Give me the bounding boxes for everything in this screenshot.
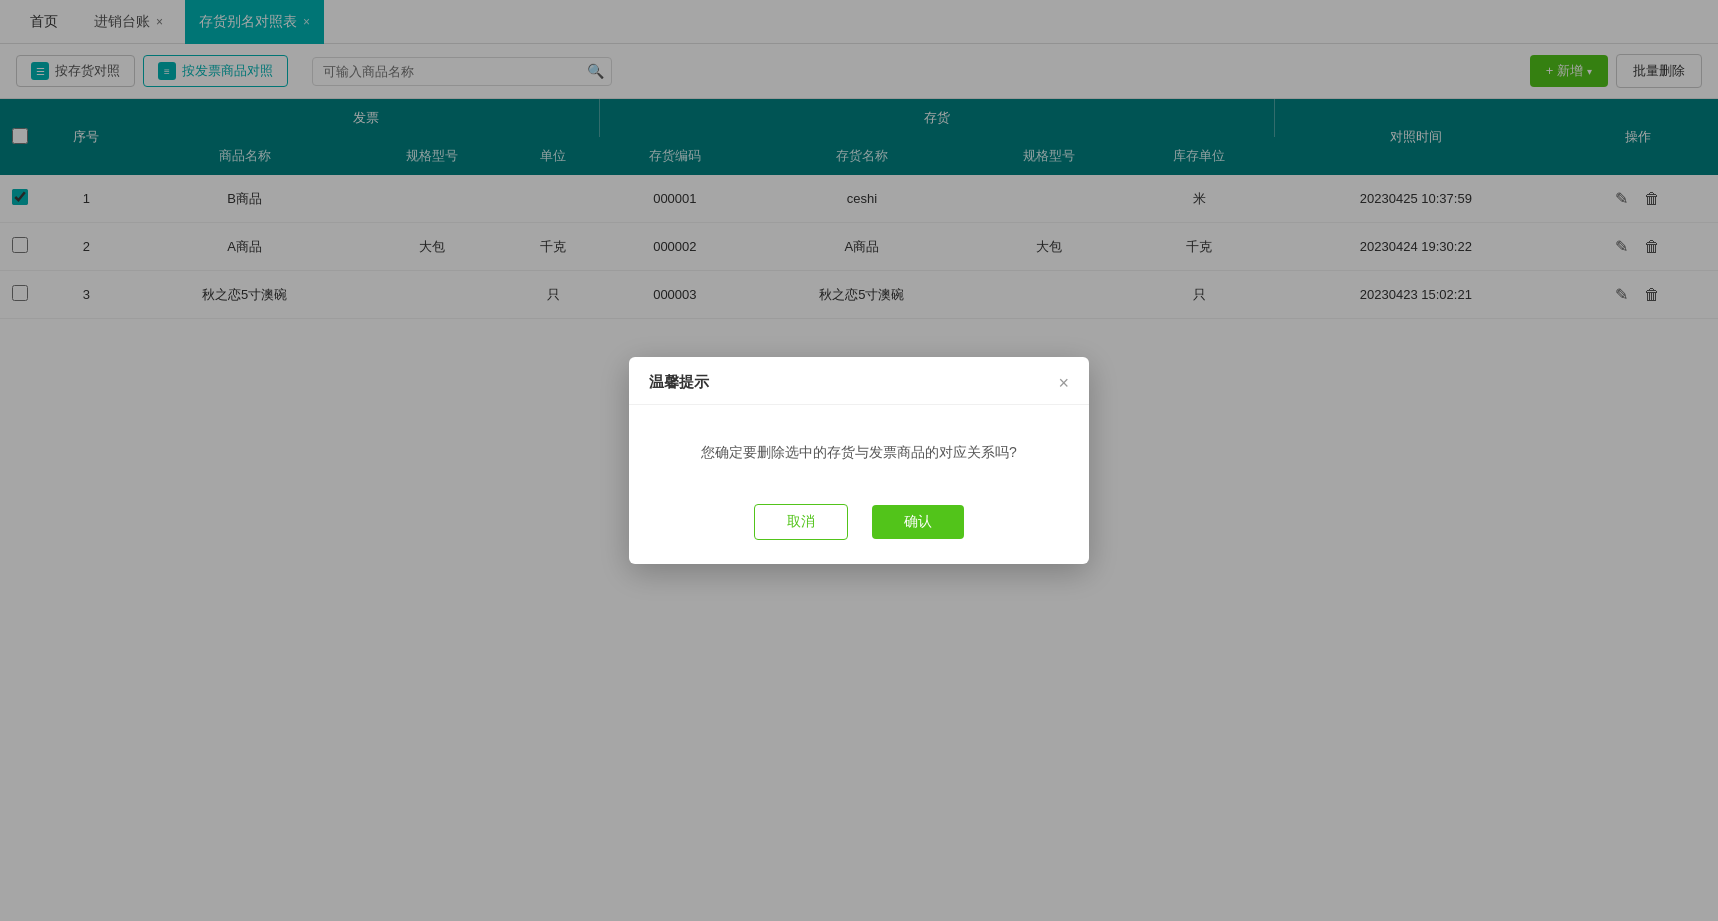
dialog-body: 您确定要删除选中的存货与发票商品的对应关系吗? (629, 405, 1089, 491)
dialog-cancel-button[interactable]: 取消 (754, 504, 848, 540)
dialog-close-button[interactable]: × (1058, 374, 1069, 392)
dialog-message: 您确定要删除选中的存货与发票商品的对应关系吗? (701, 444, 1017, 460)
confirm-dialog: 温馨提示 × 您确定要删除选中的存货与发票商品的对应关系吗? 取消 确认 (629, 357, 1089, 563)
dialog-title: 温馨提示 (649, 373, 709, 392)
dialog-confirm-button[interactable]: 确认 (872, 505, 964, 539)
dialog-overlay: 温馨提示 × 您确定要删除选中的存货与发票商品的对应关系吗? 取消 确认 (0, 0, 1718, 921)
dialog-header: 温馨提示 × (629, 357, 1089, 405)
dialog-footer: 取消 确认 (629, 492, 1089, 564)
